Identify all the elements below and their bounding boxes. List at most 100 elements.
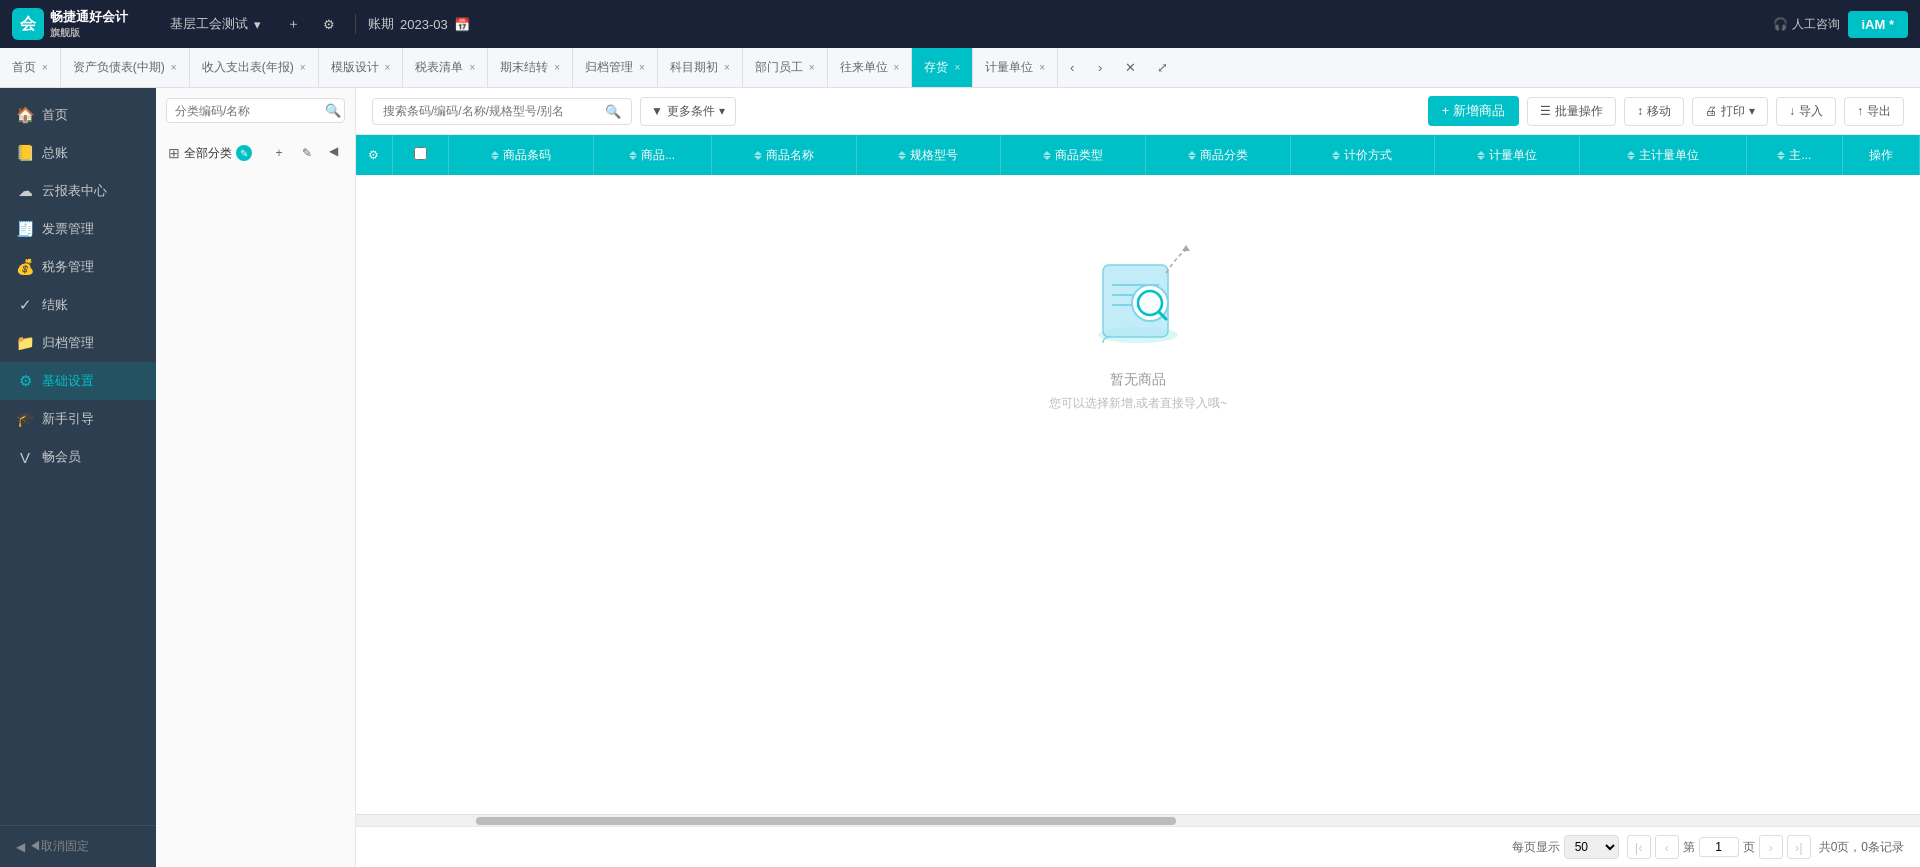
export-button[interactable]: ↑ 导出 [1844,97,1904,126]
sidebar-item-tax[interactable]: 💰 税务管理 [0,248,156,286]
add-tab-button[interactable]: ＋ [279,10,307,38]
tab-dept[interactable]: 部门员工 × [743,48,828,88]
sidebar-item-reports[interactable]: ☁ 云报表中心 [0,172,156,210]
company-selector[interactable]: 基层工会测试 ▾ [160,11,271,37]
tab-subject[interactable]: 科目期初 × [658,48,743,88]
tab-template-close[interactable]: × [385,62,391,73]
tab-archive-close[interactable]: × [639,62,645,73]
th-name[interactable]: 商品名称 [711,135,856,175]
sidebar-guide-label: 新手引导 [42,410,94,428]
calendar-icon[interactable]: 📅 [454,17,470,32]
toolbar-search-icon[interactable]: 🔍 [605,104,621,119]
tab-period-end[interactable]: 期末结转 × [488,48,573,88]
add-product-button[interactable]: + 新增商品 [1428,96,1519,126]
tab-inventory[interactable]: 存货 × [912,48,973,88]
category-search-icon[interactable]: 🔍 [325,103,341,118]
tab-subject-close[interactable]: × [724,62,730,73]
sidebar-archive-label: 归档管理 [42,334,94,352]
tab-home-close[interactable]: × [42,62,48,73]
close-period-icon: ✓ [16,296,34,314]
sidebar-item-member[interactable]: V 畅会员 [0,438,156,476]
sidebar-item-invoice[interactable]: 🧾 发票管理 [0,210,156,248]
empty-icon [1078,235,1198,355]
category-add-button[interactable]: + [267,141,291,165]
category-edit-button[interactable]: ✎ [295,141,319,165]
scrollbar-thumb[interactable] [476,817,1176,825]
th-main-unit[interactable]: 主计量单位 [1579,135,1746,175]
sidebar-member-label: 畅会员 [42,448,81,466]
price-sort-icon[interactable] [1332,151,1340,160]
name-sort-icon[interactable] [754,151,762,160]
tab-tax[interactable]: 税表清单 × [403,48,488,88]
prev-page-button[interactable]: ‹ [1655,835,1679,859]
logo-sub: 旗舰版 [50,26,128,40]
tab-tax-label: 税表清单 [415,59,463,76]
tab-income[interactable]: 收入支出表(年报) × [190,48,319,88]
tab-period-end-close[interactable]: × [554,62,560,73]
th-type[interactable]: 商品类型 [1001,135,1146,175]
tab-dept-label: 部门员工 [755,59,803,76]
tab-balance-sheet[interactable]: 资产负债表(中期) × [61,48,190,88]
tab-tax-close[interactable]: × [469,62,475,73]
th-barcode[interactable]: 商品条码 [448,135,593,175]
expand-tabs-button[interactable]: ⤢ [1146,48,1178,88]
tab-next-button[interactable]: › [1086,48,1114,88]
tab-archive[interactable]: 归档管理 × [573,48,658,88]
settings-icon[interactable]: ⚙ [315,10,343,38]
import-icon: ↓ [1789,104,1795,118]
th-code[interactable]: 商品... [593,135,711,175]
spec-sort-icon[interactable] [898,151,906,160]
tab-unit-close[interactable]: × [1039,62,1045,73]
panel-collapse-button[interactable]: ◀ [323,141,343,161]
th-settings[interactable]: ⚙ [356,135,392,175]
sidebar-item-home[interactable]: 🏠 首页 [0,96,156,134]
th-spec[interactable]: 规格型号 [856,135,1001,175]
close-all-tabs-button[interactable]: ✕ [1114,48,1146,88]
sidebar-collapse-button[interactable]: ◀ ◀取消固定 [0,825,156,867]
th-price-method[interactable]: 计价方式 [1290,135,1435,175]
category-search-input[interactable] [175,104,325,118]
sidebar-item-ledger[interactable]: 📒 总账 [0,134,156,172]
code-sort-icon[interactable] [629,151,637,160]
th-checkbox[interactable] [392,135,448,175]
th-category[interactable]: 商品分类 [1145,135,1290,175]
sidebar-item-close-period[interactable]: ✓ 结账 [0,286,156,324]
select-all-checkbox[interactable] [414,147,427,160]
unit-sort-icon[interactable] [1477,151,1485,160]
consult-button[interactable]: 🎧 人工咨询 [1773,16,1840,33]
sidebar-item-settings[interactable]: ⚙ 基础设置 [0,362,156,400]
move-button[interactable]: ↕ 移动 [1624,97,1684,126]
horizontal-scrollbar[interactable] [356,814,1920,826]
tab-contacts-close[interactable]: × [894,62,900,73]
th-category-label: 商品分类 [1200,147,1248,164]
tab-balance-close[interactable]: × [171,62,177,73]
account-button[interactable]: iAM * [1848,11,1909,38]
th-unit[interactable]: 计量单位 [1435,135,1580,175]
toolbar-search-input[interactable] [383,104,599,118]
more-filter-button[interactable]: ▼ 更多条件 ▾ [640,97,736,126]
print-button[interactable]: 🖨 打印 ▾ [1692,97,1768,126]
category-sort-icon[interactable] [1188,151,1196,160]
tab-template[interactable]: 模版设计 × [319,48,404,88]
import-button[interactable]: ↓ 导入 [1776,97,1836,126]
tab-unit[interactable]: 计量单位 × [973,48,1058,88]
tab-contacts[interactable]: 往来单位 × [828,48,913,88]
tab-income-close[interactable]: × [300,62,306,73]
th-extra[interactable]: 主... [1747,135,1843,175]
sidebar-item-archive[interactable]: 📁 归档管理 [0,324,156,362]
page-number-input[interactable] [1699,837,1739,857]
tab-dept-close[interactable]: × [809,62,815,73]
tab-inventory-close[interactable]: × [954,62,960,73]
sidebar-item-guide[interactable]: 🎓 新手引导 [0,400,156,438]
main-unit-sort-icon[interactable] [1627,151,1635,160]
page-size-select[interactable]: 50 100 200 [1564,835,1619,859]
tab-home[interactable]: 首页 × [0,48,61,88]
extra-sort-icon[interactable] [1777,151,1785,160]
type-sort-icon[interactable] [1043,151,1051,160]
next-page-button[interactable]: › [1759,835,1783,859]
first-page-button[interactable]: |‹ [1627,835,1651,859]
batch-operation-button[interactable]: ☰ 批量操作 [1527,97,1616,126]
last-page-button[interactable]: ›| [1787,835,1811,859]
barcode-sort-icon[interactable] [491,151,499,160]
tab-prev-button[interactable]: ‹ [1058,48,1086,88]
